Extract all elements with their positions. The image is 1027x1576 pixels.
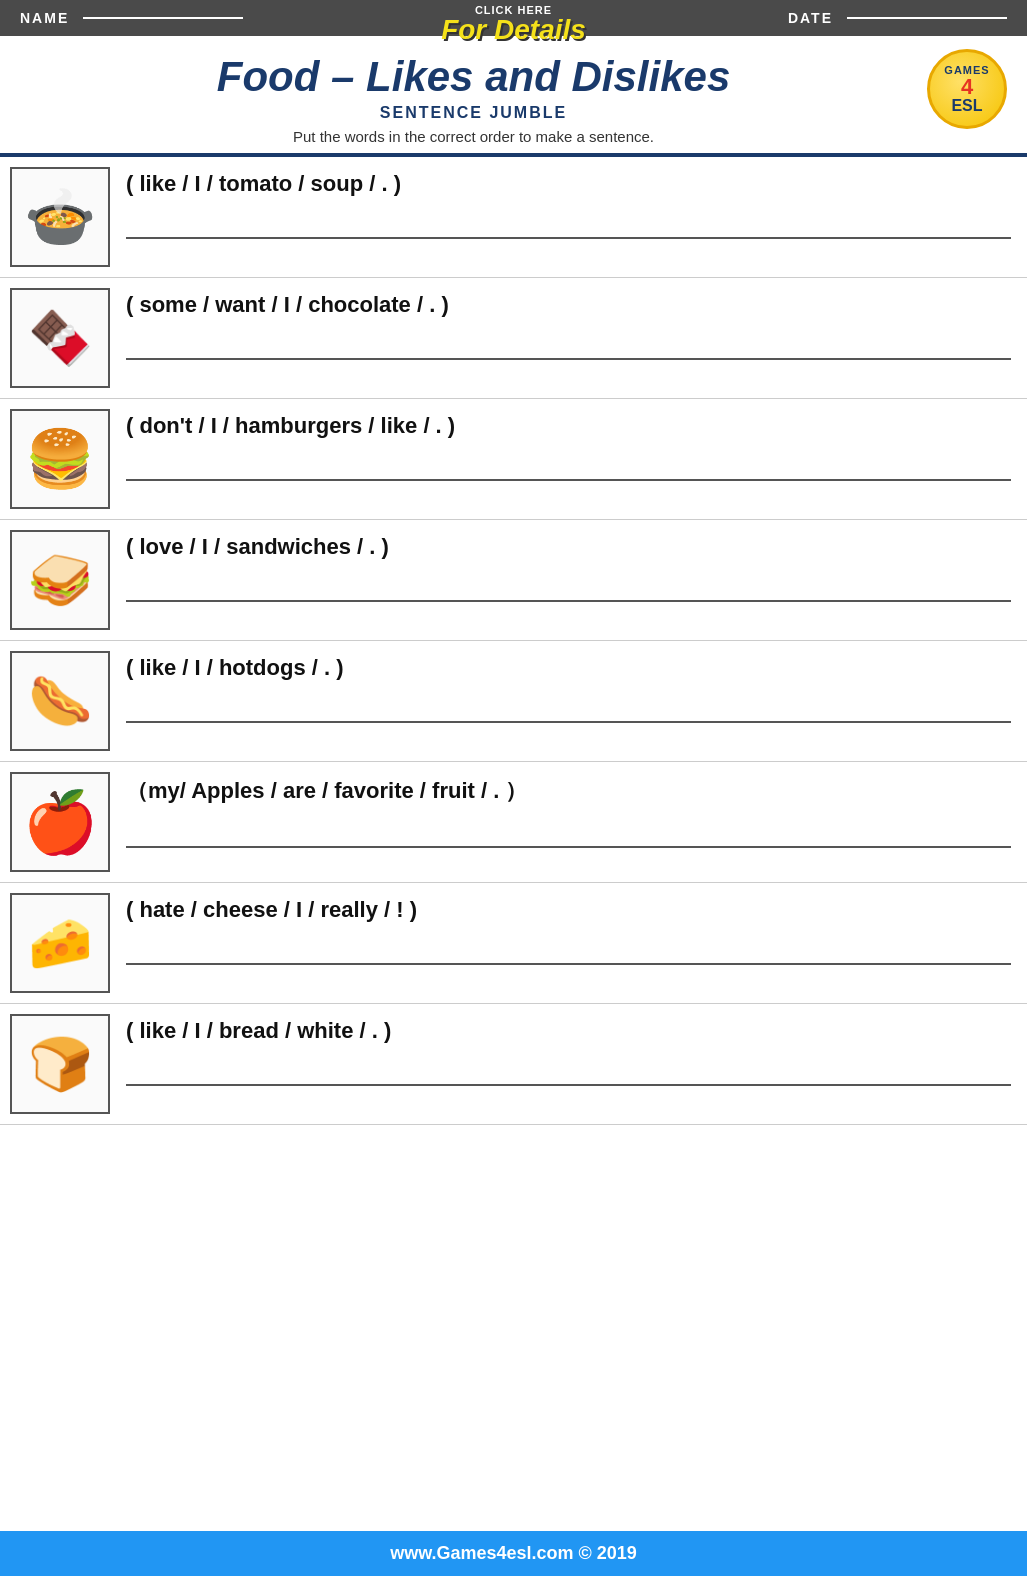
date-underline (847, 17, 1007, 19)
jumble-text-1: ( like / I / tomato / soup / . ) (126, 171, 1011, 197)
date-label: DATE (788, 10, 1007, 26)
exercise-content-4: ( love / I / sandwiches / . ) (126, 530, 1027, 610)
footer-text: www.Games4esl.com © 2019 (390, 1543, 637, 1563)
answer-line-6[interactable] (126, 824, 1011, 848)
header-bar: NAME CLICK HERE For Details DATE (0, 0, 1027, 36)
jumble-text-8: ( like / I / bread / white / . ) (126, 1018, 1011, 1044)
exercise-row-2: 🍫 ( some / want / I / chocolate / . ) (0, 278, 1027, 399)
click-big-text: For Details (441, 16, 586, 44)
exercise-row-6: 🍎 （my/ Apples / are / favorite / fruit /… (0, 762, 1027, 883)
exercise-content-8: ( like / I / bread / white / . ) (126, 1014, 1027, 1094)
logo: GAMES 4 ESL (927, 49, 1007, 129)
date-text: DATE (788, 10, 833, 26)
exercise-row-1: 🍲 ( like / I / tomato / soup / . ) (0, 157, 1027, 278)
food-image-6: 🍎 (10, 772, 110, 872)
title-block: Food – Likes and Dislikes SENTENCE JUMBL… (20, 54, 927, 145)
logo-esl: ESL (951, 98, 982, 114)
exercise-content-3: ( don't / I / hamburgers / like / . ) (126, 409, 1027, 489)
instruction: Put the words in the correct order to ma… (20, 128, 927, 145)
name-label: NAME (20, 10, 243, 26)
food-emoji-2: 🍫 (28, 308, 93, 369)
food-emoji-8: 🍞 (28, 1034, 93, 1095)
food-image-8: 🍞 (10, 1014, 110, 1114)
jumble-text-7: ( hate / cheese / I / really / ! ) (126, 897, 1011, 923)
food-image-3: 🍔 (10, 409, 110, 509)
exercise-content-6: （my/ Apples / are / favorite / fruit / .… (126, 772, 1027, 856)
click-here-banner[interactable]: CLICK HERE For Details (441, 4, 586, 44)
food-image-2: 🍫 (10, 288, 110, 388)
answer-line-7[interactable] (126, 941, 1011, 965)
food-image-7: 🧀 (10, 893, 110, 993)
jumble-text-6: （my/ Apples / are / favorite / fruit / .… (126, 776, 1011, 806)
exercises-container: 🍲 ( like / I / tomato / soup / . ) 🍫 ( s… (0, 157, 1027, 1531)
exercise-row-5: 🌭 ( like / I / hotdogs / . ) (0, 641, 1027, 762)
answer-line-5[interactable] (126, 699, 1011, 723)
food-emoji-3: 🍔 (25, 426, 95, 492)
food-image-1: 🍲 (10, 167, 110, 267)
jumble-text-5: ( like / I / hotdogs / . ) (126, 655, 1011, 681)
exercise-content-1: ( like / I / tomato / soup / . ) (126, 167, 1027, 247)
food-emoji-5: 🌭 (28, 671, 93, 732)
exercise-row-8: 🍞 ( like / I / bread / white / . ) (0, 1004, 1027, 1125)
jumble-text-3: ( don't / I / hamburgers / like / . ) (126, 413, 1011, 439)
food-emoji-1: 🍲 (24, 183, 96, 251)
food-emoji-6: 🍎 (23, 787, 98, 858)
answer-line-3[interactable] (126, 457, 1011, 481)
subtitle: SENTENCE JUMBLE (20, 104, 927, 122)
name-text: NAME (20, 10, 69, 26)
exercise-row-3: 🍔 ( don't / I / hamburgers / like / . ) (0, 399, 1027, 520)
food-emoji-4: 🥪 (28, 550, 93, 611)
jumble-text-4: ( love / I / sandwiches / . ) (126, 534, 1011, 560)
footer: www.Games4esl.com © 2019 (0, 1531, 1027, 1576)
title-section: Food – Likes and Dislikes SENTENCE JUMBL… (0, 36, 1027, 157)
exercise-content-7: ( hate / cheese / I / really / ! ) (126, 893, 1027, 973)
food-emoji-7: 🧀 (28, 913, 93, 974)
food-image-4: 🥪 (10, 530, 110, 630)
exercise-content-2: ( some / want / I / chocolate / . ) (126, 288, 1027, 368)
logo-four: 4 (961, 76, 973, 98)
exercise-row-4: 🥪 ( love / I / sandwiches / . ) (0, 520, 1027, 641)
jumble-text-2: ( some / want / I / chocolate / . ) (126, 292, 1011, 318)
answer-line-8[interactable] (126, 1062, 1011, 1086)
name-underline (83, 17, 243, 19)
answer-line-1[interactable] (126, 215, 1011, 239)
answer-line-2[interactable] (126, 336, 1011, 360)
answer-line-4[interactable] (126, 578, 1011, 602)
food-image-5: 🌭 (10, 651, 110, 751)
exercise-content-5: ( like / I / hotdogs / . ) (126, 651, 1027, 731)
main-title: Food – Likes and Dislikes (20, 54, 927, 100)
exercise-row-7: 🧀 ( hate / cheese / I / really / ! ) (0, 883, 1027, 1004)
